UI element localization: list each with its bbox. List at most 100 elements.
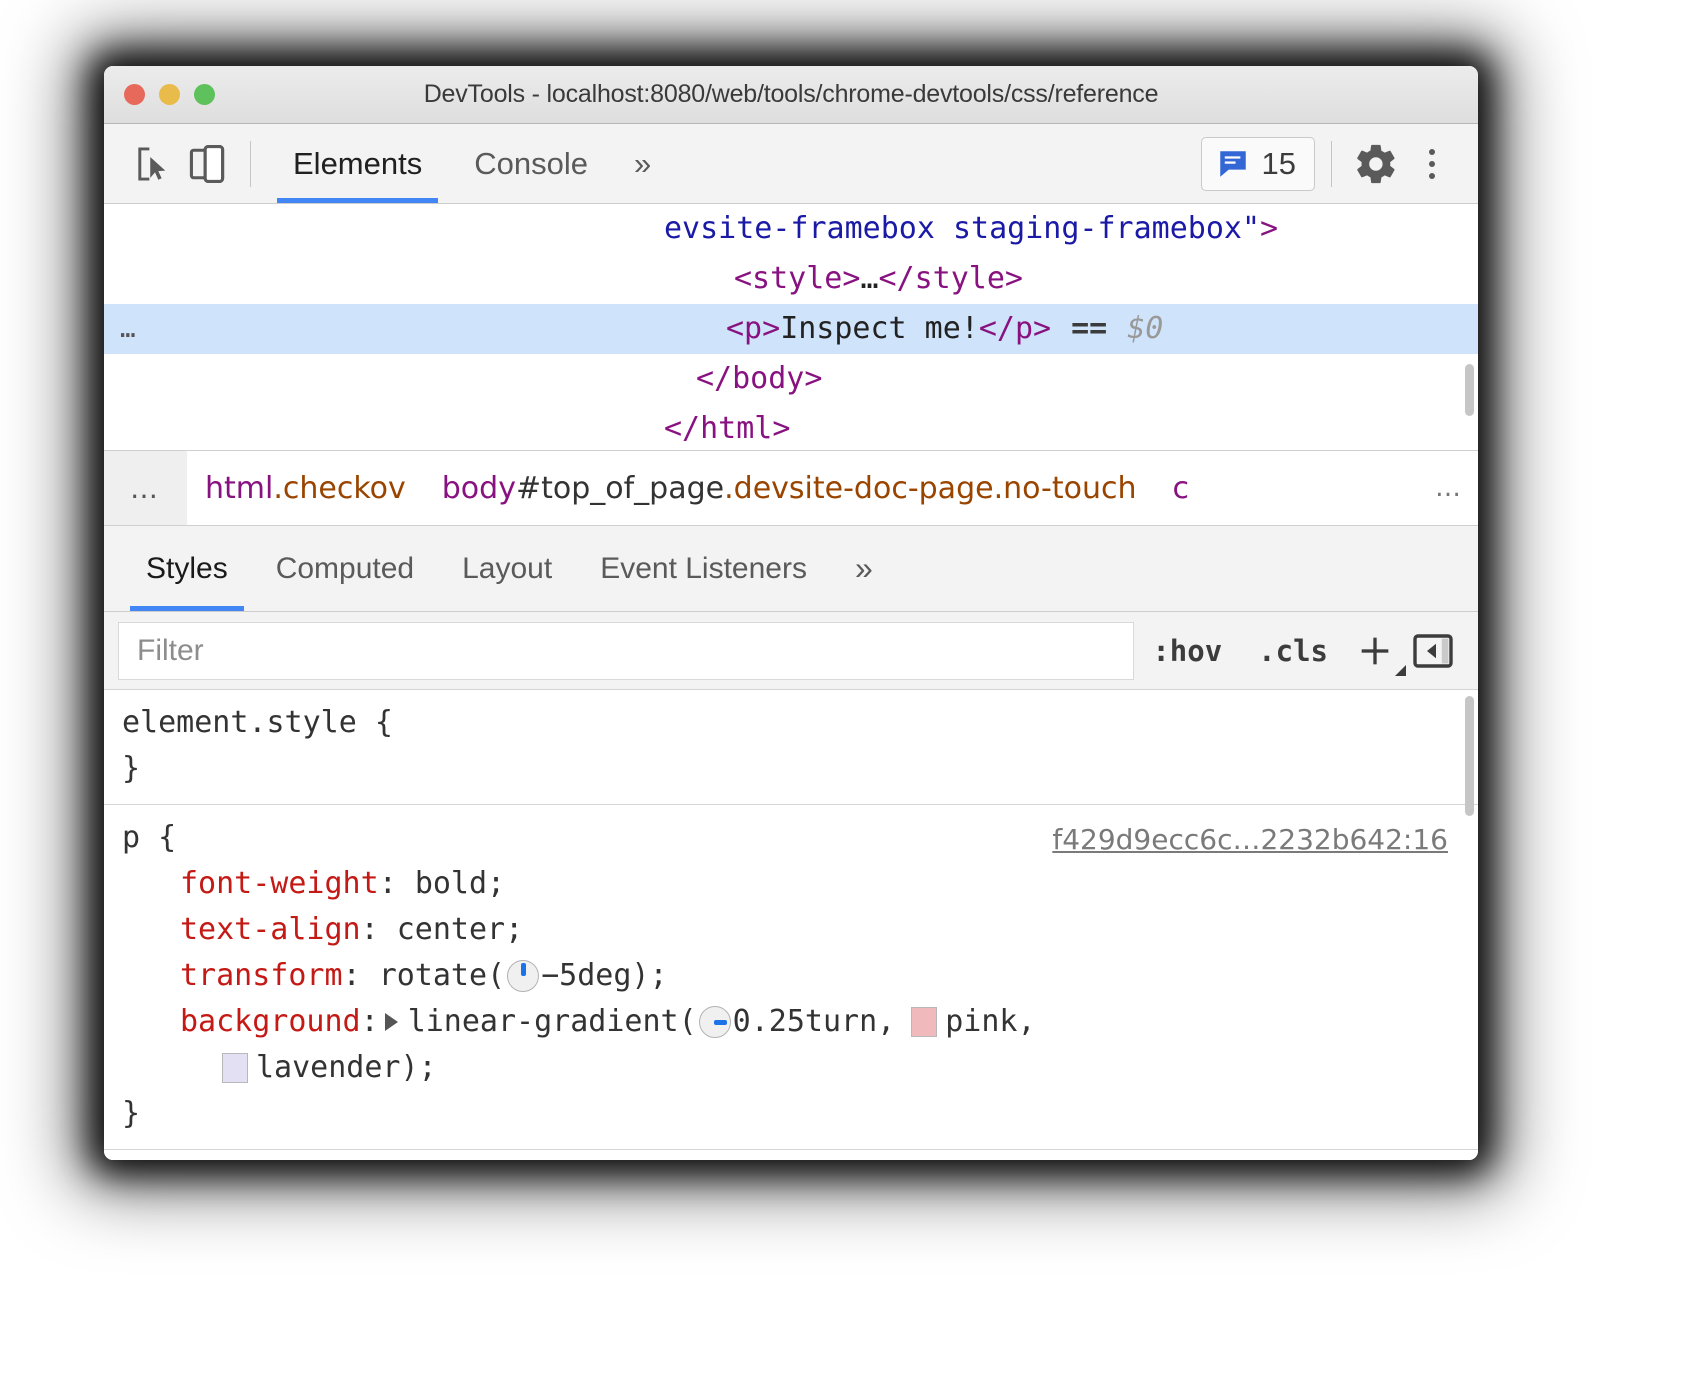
breadcrumb-item-truncated[interactable]: c bbox=[1155, 471, 1208, 506]
declaration-value[interactable]: center; bbox=[397, 907, 523, 953]
declaration-background[interactable]: background:linear-gradient(0.25turn,pink… bbox=[104, 999, 1478, 1045]
dom-style-ellipsis: … bbox=[860, 254, 878, 304]
dom-row-gutter-ellipsis[interactable]: … bbox=[120, 304, 138, 354]
declaration-property[interactable]: background bbox=[180, 999, 361, 1045]
declaration-property[interactable]: font-weight bbox=[180, 861, 379, 907]
declaration-background-cont[interactable]: lavender); bbox=[104, 1045, 1478, 1091]
gradient-angle-value[interactable]: 0.25turn, bbox=[733, 999, 896, 1045]
breadcrumb-body-classes: .devsite-doc-page.no-touch bbox=[724, 471, 1136, 506]
dom-style-open-tag: <style> bbox=[734, 254, 860, 304]
toolbar-divider bbox=[250, 141, 251, 187]
dom-row-body-close[interactable]: </body> bbox=[104, 354, 1478, 404]
issues-message-icon bbox=[1216, 147, 1250, 181]
window-titlebar: DevTools - localhost:8080/web/tools/chro… bbox=[104, 66, 1478, 124]
devtools-window: DevTools - localhost:8080/web/tools/chro… bbox=[104, 66, 1478, 1160]
p-close-brace: } bbox=[122, 1091, 140, 1137]
devtools-main-toolbar: Elements Console » 15 bbox=[104, 124, 1478, 204]
kebab-dot bbox=[1429, 149, 1435, 155]
maximize-window-button[interactable] bbox=[194, 84, 215, 105]
dom-row-style-element[interactable]: <style>…</style> bbox=[104, 254, 1478, 304]
breadcrumb-body-tag: body bbox=[442, 471, 516, 506]
declaration-font-weight[interactable]: font-weight: bold; bbox=[104, 861, 1478, 907]
gradient-color-lavender: lavender); bbox=[256, 1045, 437, 1091]
tab-elements-label: Elements bbox=[293, 146, 422, 182]
p-selector: p { bbox=[122, 815, 176, 861]
declaration-property[interactable]: text-align bbox=[180, 907, 361, 953]
styles-sidebar-tabs: Styles Computed Layout Event Listeners » bbox=[104, 526, 1478, 612]
gradient-function-prefix: linear-gradient( bbox=[408, 999, 697, 1045]
tab-computed[interactable]: Computed bbox=[252, 526, 438, 611]
transform-function-prefix: rotate( bbox=[379, 953, 505, 999]
minimize-window-button[interactable] bbox=[159, 84, 180, 105]
tab-event-listeners[interactable]: Event Listeners bbox=[576, 526, 831, 611]
element-style-selector: element.style { bbox=[122, 700, 393, 746]
breadcrumb-item-body[interactable]: body#top_of_page.devsite-doc-page.no-tou… bbox=[424, 471, 1155, 506]
toolbar-divider-2 bbox=[1331, 141, 1332, 187]
angle-turn-swatch-icon[interactable] bbox=[699, 1006, 731, 1038]
toggle-element-state-icon[interactable] bbox=[1404, 622, 1462, 680]
angle-clock-swatch-icon[interactable] bbox=[507, 960, 539, 992]
issues-badge[interactable]: 15 bbox=[1201, 137, 1315, 191]
rule-p-close-brace: } bbox=[104, 1091, 1478, 1137]
dom-style-close-tag: </style> bbox=[879, 254, 1024, 304]
dom-console-ref: $0 bbox=[1127, 304, 1163, 354]
close-window-button[interactable] bbox=[124, 84, 145, 105]
rule-element-style[interactable]: element.style { } bbox=[104, 690, 1478, 805]
tab-event-listeners-label: Event Listeners bbox=[600, 552, 807, 586]
dom-row-html-close[interactable]: </html> bbox=[104, 404, 1478, 450]
issues-count: 15 bbox=[1262, 146, 1296, 182]
device-toolbar-icon[interactable] bbox=[180, 137, 234, 191]
element-classes-cls-button[interactable]: .cls bbox=[1240, 634, 1346, 668]
rule-selector[interactable]: element.style { bbox=[104, 700, 1478, 746]
window-bottom-edge bbox=[104, 1152, 1478, 1160]
dom-p-close-tag: </p> bbox=[979, 304, 1051, 354]
plus-icon[interactable] bbox=[1346, 622, 1404, 680]
dom-tree-scrollbar[interactable] bbox=[1465, 364, 1474, 416]
tab-layout[interactable]: Layout bbox=[438, 526, 576, 611]
traffic-lights bbox=[104, 84, 215, 105]
expand-shorthand-triangle-icon[interactable] bbox=[385, 1013, 398, 1031]
tab-elements[interactable]: Elements bbox=[267, 124, 448, 203]
dom-p-open-tag: <p> bbox=[726, 304, 780, 354]
color-swatch-lavender[interactable] bbox=[222, 1053, 248, 1083]
color-swatch-pink[interactable] bbox=[911, 1007, 937, 1037]
breadcrumb: … html.checkov body#top_of_page.devsite-… bbox=[104, 450, 1478, 526]
dom-html-close-tag: </html> bbox=[664, 404, 790, 450]
dom-p-text: Inspect me! bbox=[780, 304, 979, 354]
dom-tag-close: > bbox=[1260, 204, 1278, 254]
dom-attr-value: evsite-framebox staging-framebox" bbox=[664, 204, 1260, 254]
declaration-transform[interactable]: transform: rotate(−5deg); bbox=[104, 953, 1478, 999]
breadcrumb-right-ellipsis[interactable]: … bbox=[1412, 451, 1478, 525]
styles-rules-pane[interactable]: element.style { } p { f429d9ecc6c…2232b6… bbox=[104, 690, 1478, 1152]
dom-row-selected-p[interactable]: … <p>Inspect me!</p> == $0 bbox=[104, 304, 1478, 354]
gear-icon[interactable] bbox=[1348, 136, 1404, 192]
tab-console-label: Console bbox=[474, 146, 588, 182]
inspect-cursor-icon[interactable] bbox=[126, 137, 180, 191]
rule-p[interactable]: p { f429d9ecc6c…2232b642:16 font-weight:… bbox=[104, 805, 1478, 1150]
declaration-property[interactable]: transform bbox=[180, 953, 343, 999]
dom-tree-panel[interactable]: evsite-framebox staging-framebox"> <styl… bbox=[104, 204, 1478, 450]
styles-pane-scrollbar[interactable] bbox=[1465, 696, 1474, 816]
styles-toolbar: Filter :hov .cls bbox=[104, 612, 1478, 690]
declaration-value[interactable]: −5deg); bbox=[541, 953, 667, 999]
more-panels-chevron-icon[interactable]: » bbox=[614, 146, 671, 182]
force-state-hov-button[interactable]: :hov bbox=[1134, 634, 1240, 668]
breadcrumb-body-id: top_of_page bbox=[541, 471, 724, 506]
breadcrumb-overflow-button[interactable]: … bbox=[104, 451, 187, 525]
filter-input[interactable]: Filter bbox=[118, 622, 1134, 680]
breadcrumb-item-html[interactable]: html.checkov bbox=[187, 471, 424, 506]
sidebar-more-tabs-chevron-icon[interactable]: » bbox=[831, 526, 897, 611]
dom-row-attr-continuation[interactable]: evsite-framebox staging-framebox"> bbox=[104, 204, 1478, 254]
tab-console[interactable]: Console bbox=[448, 124, 614, 203]
kebab-dot bbox=[1429, 161, 1435, 167]
kebab-menu-icon[interactable] bbox=[1404, 136, 1460, 192]
tab-styles[interactable]: Styles bbox=[122, 526, 252, 611]
declaration-text-align[interactable]: text-align: center; bbox=[104, 907, 1478, 953]
declaration-value[interactable]: bold; bbox=[415, 861, 505, 907]
screenshot-frame: DevTools - localhost:8080/web/tools/chro… bbox=[0, 0, 1686, 1394]
breadcrumb-truncated-tag: c bbox=[1173, 471, 1190, 506]
tab-layout-label: Layout bbox=[462, 552, 552, 586]
element-style-close-brace: } bbox=[122, 746, 140, 792]
stylesheet-source-link[interactable]: f429d9ecc6c…2232b642:16 bbox=[1052, 823, 1448, 856]
dom-eq-marker: == bbox=[1071, 304, 1107, 354]
